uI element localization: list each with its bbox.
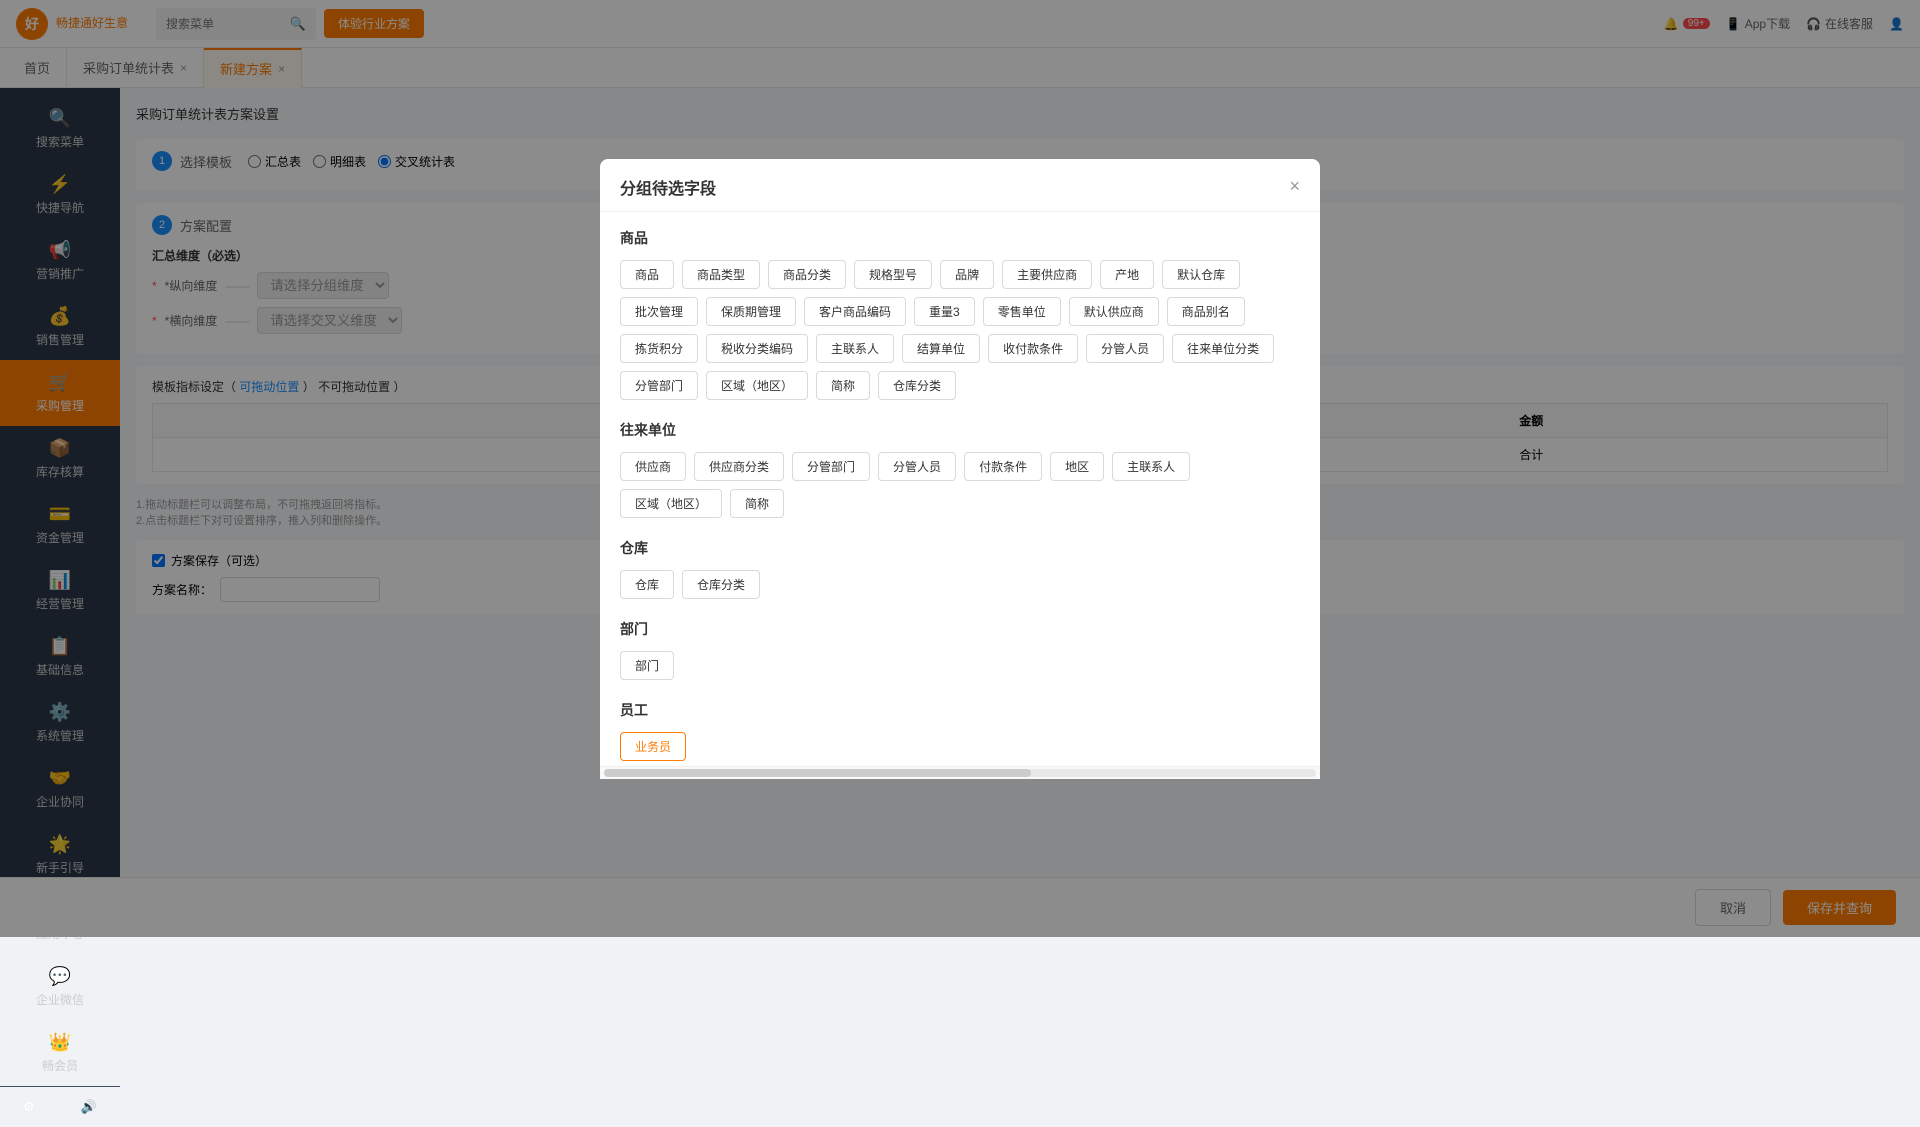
modal-overlay: 分组待选字段 × 商品 商品 商品类型 商品分类 规格型号 品牌 主要供应商 产…	[0, 0, 1920, 937]
field-group-warehouse-title: 仓库	[620, 538, 1300, 558]
dialog-close-btn[interactable]: ×	[1289, 176, 1300, 197]
field-tag-short-name[interactable]: 简称	[816, 371, 870, 400]
field-tag-managing-person[interactable]: 分管人员	[878, 452, 956, 481]
wechat-icon: 💬	[49, 966, 71, 987]
dialog-scrollbar-bottom[interactable]	[600, 766, 1320, 778]
field-tag-weight[interactable]: 重量3	[914, 297, 975, 326]
field-group-warehouse: 仓库 仓库 仓库分类	[620, 538, 1300, 599]
field-tag-settle-unit[interactable]: 结算单位	[902, 334, 980, 363]
field-tag-batch[interactable]: 批次管理	[620, 297, 698, 326]
field-group-partner: 往来单位 供应商 供应商分类 分管部门 分管人员 付款条件 地区 主联系人 区域…	[620, 420, 1300, 518]
field-tag-payment-terms[interactable]: 收付款条件	[988, 334, 1078, 363]
field-group-dept-title: 部门	[620, 619, 1300, 639]
field-tag-retail-unit[interactable]: 零售单位	[983, 297, 1061, 326]
member-icon: 👑	[49, 1032, 71, 1053]
field-tags-dept: 部门	[620, 651, 1300, 680]
field-tag-pay-terms[interactable]: 付款条件	[964, 452, 1042, 481]
field-tag-goods-category[interactable]: 商品分类	[768, 260, 846, 289]
field-tag-main-contact[interactable]: 主联系人	[816, 334, 894, 363]
field-tag-warehouse-cat[interactable]: 仓库分类	[878, 371, 956, 400]
field-tag-warehouse-category[interactable]: 仓库分类	[682, 570, 760, 599]
field-group-partner-title: 往来单位	[620, 420, 1300, 440]
volume-icon[interactable]: 🔊	[81, 1099, 97, 1115]
field-tag-manager[interactable]: 分管人员	[1086, 334, 1164, 363]
field-tag-alias[interactable]: 商品别名	[1167, 297, 1245, 326]
field-tag-spec[interactable]: 规格型号	[854, 260, 932, 289]
field-tag-warehouse[interactable]: 仓库	[620, 570, 674, 599]
field-select-dialog: 分组待选字段 × 商品 商品 商品类型 商品分类 规格型号 品牌 主要供应商 产…	[600, 159, 1320, 779]
field-group-employee-title: 员工	[620, 700, 1300, 720]
field-tag-supplier-cat[interactable]: 供应商分类	[694, 452, 784, 481]
sidebar-item-member[interactable]: 👑 畅会员	[0, 1020, 120, 1086]
field-tag-tax-code[interactable]: 税收分类编码	[706, 334, 808, 363]
settings-bottom-icon[interactable]: ⚙	[23, 1099, 35, 1115]
field-tag-supplier[interactable]: 供应商	[620, 452, 686, 481]
field-tag-department[interactable]: 部门	[620, 651, 674, 680]
field-tags-goods: 商品 商品类型 商品分类 规格型号 品牌 主要供应商 产地 默认仓库 批次管理 …	[620, 260, 1300, 400]
field-group-goods: 商品 商品 商品类型 商品分类 规格型号 品牌 主要供应商 产地 默认仓库 批次…	[620, 228, 1300, 400]
field-tags-employee: 业务员	[620, 732, 1300, 761]
field-group-employee: 员工 业务员	[620, 700, 1300, 761]
sidebar-bottom: ⚙ 🔊	[0, 1086, 120, 1127]
field-tag-contact[interactable]: 主联系人	[1112, 452, 1190, 481]
dialog-title: 分组待选字段	[620, 175, 716, 199]
field-tag-goods-type[interactable]: 商品类型	[682, 260, 760, 289]
field-tag-area[interactable]: 地区	[1050, 452, 1104, 481]
field-tag-pick-score[interactable]: 拣货积分	[620, 334, 698, 363]
field-tag-partner-category[interactable]: 往来单位分类	[1172, 334, 1274, 363]
field-tag-origin[interactable]: 产地	[1100, 260, 1154, 289]
field-tag-main-supplier[interactable]: 主要供应商	[1002, 260, 1092, 289]
scroll-thumb	[604, 769, 1031, 777]
field-tags-warehouse: 仓库 仓库分类	[620, 570, 1300, 599]
field-tags-partner: 供应商 供应商分类 分管部门 分管人员 付款条件 地区 主联系人 区域（地区） …	[620, 452, 1300, 518]
dialog-header: 分组待选字段 ×	[600, 159, 1320, 212]
field-tag-brand[interactable]: 品牌	[940, 260, 994, 289]
field-tag-salesperson[interactable]: 业务员	[620, 732, 686, 761]
field-tag-short-name-partner[interactable]: 简称	[730, 489, 784, 518]
field-tag-customer-code[interactable]: 客户商品编码	[804, 297, 906, 326]
field-tag-managing-dept[interactable]: 分管部门	[792, 452, 870, 481]
field-tag-dept[interactable]: 分管部门	[620, 371, 698, 400]
field-group-goods-title: 商品	[620, 228, 1300, 248]
field-tag-default-supplier[interactable]: 默认供应商	[1069, 297, 1159, 326]
scroll-track	[604, 769, 1316, 777]
field-tag-region-partner[interactable]: 区域（地区）	[620, 489, 722, 518]
field-group-department: 部门 部门	[620, 619, 1300, 680]
field-tag-region-goods[interactable]: 区域（地区）	[706, 371, 808, 400]
field-tag-default-warehouse[interactable]: 默认仓库	[1162, 260, 1240, 289]
field-tag-goods[interactable]: 商品	[620, 260, 674, 289]
sidebar-item-wechat[interactable]: 💬 企业微信	[0, 954, 120, 1020]
field-tag-quality[interactable]: 保质期管理	[706, 297, 796, 326]
dialog-body: 商品 商品 商品类型 商品分类 规格型号 品牌 主要供应商 产地 默认仓库 批次…	[600, 212, 1320, 767]
